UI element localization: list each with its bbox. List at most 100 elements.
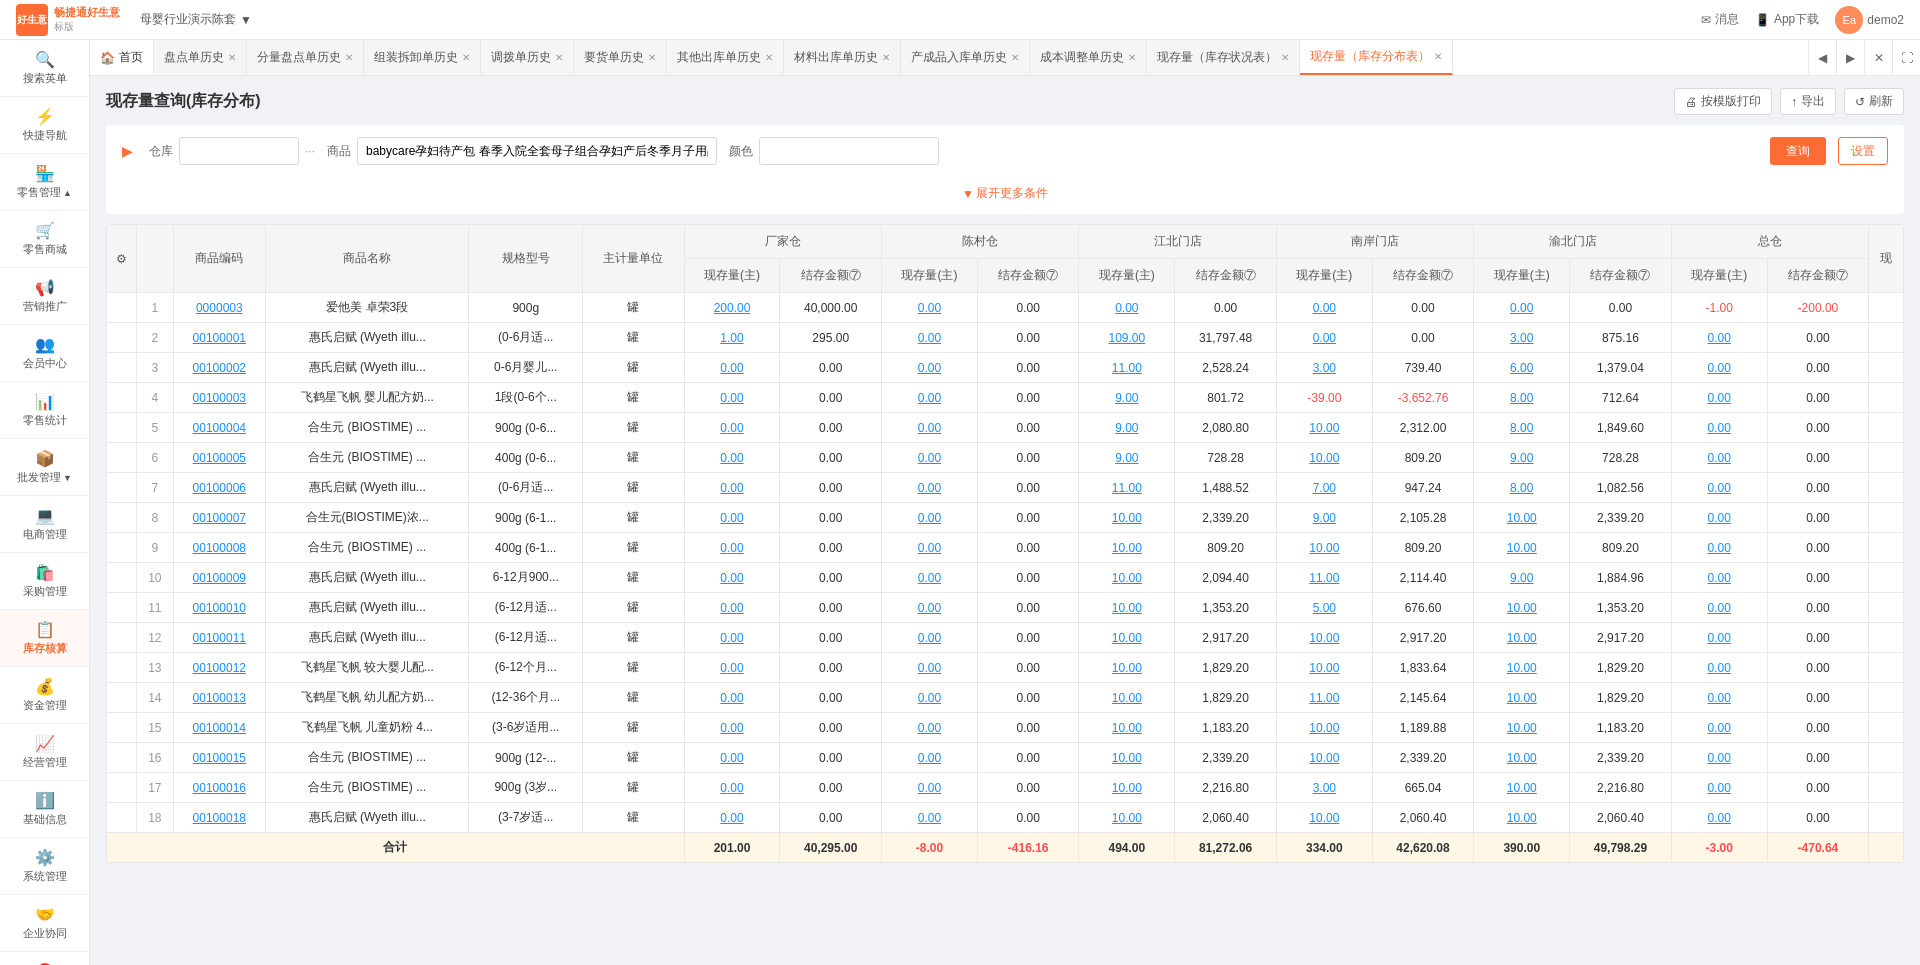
tab-close-icon[interactable]: ✕ <box>1128 52 1136 63</box>
row-f-qty[interactable]: 0.00 <box>684 383 780 413</box>
row-z-qty[interactable]: 0.00 <box>1671 413 1767 443</box>
row-code[interactable]: 00100001 <box>173 323 265 353</box>
row-n-qty[interactable]: 10.00 <box>1276 623 1372 653</box>
row-f-qty[interactable]: 0.00 <box>684 593 780 623</box>
row-z-qty[interactable]: 0.00 <box>1671 653 1767 683</box>
sidebar-item-finance[interactable]: 💰 资金管理 <box>0 667 89 724</box>
row-f-qty[interactable]: 0.00 <box>684 713 780 743</box>
row-n-qty[interactable]: 10.00 <box>1276 743 1372 773</box>
row-c-qty[interactable]: 0.00 <box>881 323 977 353</box>
row-code[interactable]: 00100010 <box>173 593 265 623</box>
color-input[interactable] <box>759 137 939 165</box>
row-z-qty[interactable]: 0.00 <box>1671 443 1767 473</box>
row-z-qty[interactable]: 0.00 <box>1671 803 1767 833</box>
expand-more-btn[interactable]: ▼ 展开更多条件 <box>962 185 1048 202</box>
row-j-qty[interactable]: 10.00 <box>1079 623 1175 653</box>
row-y-qty[interactable]: 10.00 <box>1474 503 1570 533</box>
row-f-qty[interactable]: 0.00 <box>684 683 780 713</box>
row-c-qty[interactable]: 0.00 <box>881 803 977 833</box>
tab-prev-btn[interactable]: ◀ <box>1808 40 1836 76</box>
row-f-qty[interactable]: 0.00 <box>684 503 780 533</box>
tab-close-icon[interactable]: ✕ <box>765 52 773 63</box>
sidebar-item-basic-info[interactable]: ℹ️ 基础信息 <box>0 781 89 838</box>
sidebar-item-retail-stats[interactable]: 📊 零售统计 <box>0 382 89 439</box>
row-n-qty[interactable]: 5.00 <box>1276 593 1372 623</box>
tab-maximize-btn[interactable]: ⛶ <box>1892 40 1920 76</box>
tab-partial-stocktake[interactable]: 分量盘点单历史 ✕ <box>247 40 364 75</box>
row-code[interactable]: 00100008 <box>173 533 265 563</box>
row-z-qty[interactable]: 0.00 <box>1671 473 1767 503</box>
row-y-qty[interactable]: 6.00 <box>1474 353 1570 383</box>
row-f-qty[interactable]: 0.00 <box>684 533 780 563</box>
tab-close-icon[interactable]: ✕ <box>882 52 890 63</box>
row-code[interactable]: 00100004 <box>173 413 265 443</box>
row-y-qty[interactable]: 8.00 <box>1474 383 1570 413</box>
row-j-qty[interactable]: 11.00 <box>1079 353 1175 383</box>
row-f-qty[interactable]: 0.00 <box>684 563 780 593</box>
tab-assembly[interactable]: 组装拆卸单历史 ✕ <box>364 40 481 75</box>
row-n-qty[interactable]: 10.00 <box>1276 413 1372 443</box>
row-code[interactable]: 00100013 <box>173 683 265 713</box>
row-j-qty[interactable]: 10.00 <box>1079 743 1175 773</box>
row-j-qty[interactable]: 10.00 <box>1079 503 1175 533</box>
row-code[interactable]: 00100006 <box>173 473 265 503</box>
row-f-qty[interactable]: 0.00 <box>684 773 780 803</box>
row-n-qty[interactable]: 9.00 <box>1276 503 1372 533</box>
row-j-qty[interactable]: 9.00 <box>1079 443 1175 473</box>
row-code[interactable]: 00100002 <box>173 353 265 383</box>
row-n-qty[interactable]: 0.00 <box>1276 323 1372 353</box>
expand-arrow-icon[interactable]: ▶ <box>122 143 133 159</box>
sidebar-item-retail-mgmt[interactable]: 🏪 零售管理 ▲ <box>0 154 89 211</box>
print-btn[interactable]: 🖨 按模版打印 <box>1674 88 1772 115</box>
row-code[interactable]: 00100012 <box>173 653 265 683</box>
row-f-qty[interactable]: 0.00 <box>684 443 780 473</box>
row-c-qty[interactable]: 0.00 <box>881 383 977 413</box>
row-y-qty[interactable]: 10.00 <box>1474 803 1570 833</box>
row-y-qty[interactable]: 3.00 <box>1474 323 1570 353</box>
row-n-qty[interactable]: 10.00 <box>1276 653 1372 683</box>
row-code[interactable]: 00100015 <box>173 743 265 773</box>
row-f-qty[interactable]: 0.00 <box>684 353 780 383</box>
row-f-qty[interactable]: 0.00 <box>684 653 780 683</box>
row-f-qty[interactable]: 0.00 <box>684 803 780 833</box>
row-y-qty[interactable]: 8.00 <box>1474 473 1570 503</box>
sidebar-item-retail-shop[interactable]: 🛒 零售商城 <box>0 211 89 268</box>
sidebar-item-purchase[interactable]: 🛍️ 采购管理 <box>0 553 89 610</box>
company-select[interactable]: 母婴行业演示陈套 ▼ <box>140 11 252 28</box>
row-n-qty[interactable]: 11.00 <box>1276 683 1372 713</box>
row-c-qty[interactable]: 0.00 <box>881 503 977 533</box>
row-z-qty[interactable]: 0.00 <box>1671 593 1767 623</box>
sidebar-item-marketing[interactable]: 📢 营销推广 <box>0 268 89 325</box>
row-n-qty[interactable]: 11.00 <box>1276 563 1372 593</box>
row-c-qty[interactable]: 0.00 <box>881 683 977 713</box>
row-c-qty[interactable]: 0.00 <box>881 293 977 323</box>
row-f-qty[interactable]: 0.00 <box>684 473 780 503</box>
row-n-qty[interactable]: -39.00 <box>1276 383 1372 413</box>
row-y-qty[interactable]: 10.00 <box>1474 593 1570 623</box>
row-z-qty[interactable]: 0.00 <box>1671 773 1767 803</box>
row-y-qty[interactable]: 0.00 <box>1474 293 1570 323</box>
row-code[interactable]: 00100011 <box>173 623 265 653</box>
row-n-qty[interactable]: 10.00 <box>1276 713 1372 743</box>
row-f-qty[interactable]: 0.00 <box>684 623 780 653</box>
row-c-qty[interactable]: 0.00 <box>881 473 977 503</box>
user-menu[interactable]: Ea demo2 <box>1835 6 1904 34</box>
row-j-qty[interactable]: 0.00 <box>1079 293 1175 323</box>
row-z-qty[interactable]: 0.00 <box>1671 743 1767 773</box>
row-n-qty[interactable]: 10.00 <box>1276 803 1372 833</box>
row-j-qty[interactable]: 9.00 <box>1079 383 1175 413</box>
row-z-qty[interactable]: 0.00 <box>1671 323 1767 353</box>
tab-close-icon[interactable]: ✕ <box>1434 51 1442 62</box>
tab-next-btn[interactable]: ▶ <box>1836 40 1864 76</box>
sidebar-item-enterprise[interactable]: 🤝 企业协同 <box>0 895 89 952</box>
row-c-qty[interactable]: 0.00 <box>881 743 977 773</box>
tab-close-icon[interactable]: ✕ <box>462 52 470 63</box>
row-y-qty[interactable]: 10.00 <box>1474 623 1570 653</box>
row-y-qty[interactable]: 10.00 <box>1474 683 1570 713</box>
sidebar-item-system[interactable]: ⚙️ 系统管理 <box>0 838 89 895</box>
tab-stocktake[interactable]: 盘点单历史 ✕ <box>154 40 247 75</box>
row-c-qty[interactable]: 0.00 <box>881 413 977 443</box>
row-n-qty[interactable]: 10.00 <box>1276 443 1372 473</box>
app-download-btn[interactable]: 📱 App下载 <box>1755 11 1819 28</box>
row-j-qty[interactable]: 10.00 <box>1079 803 1175 833</box>
